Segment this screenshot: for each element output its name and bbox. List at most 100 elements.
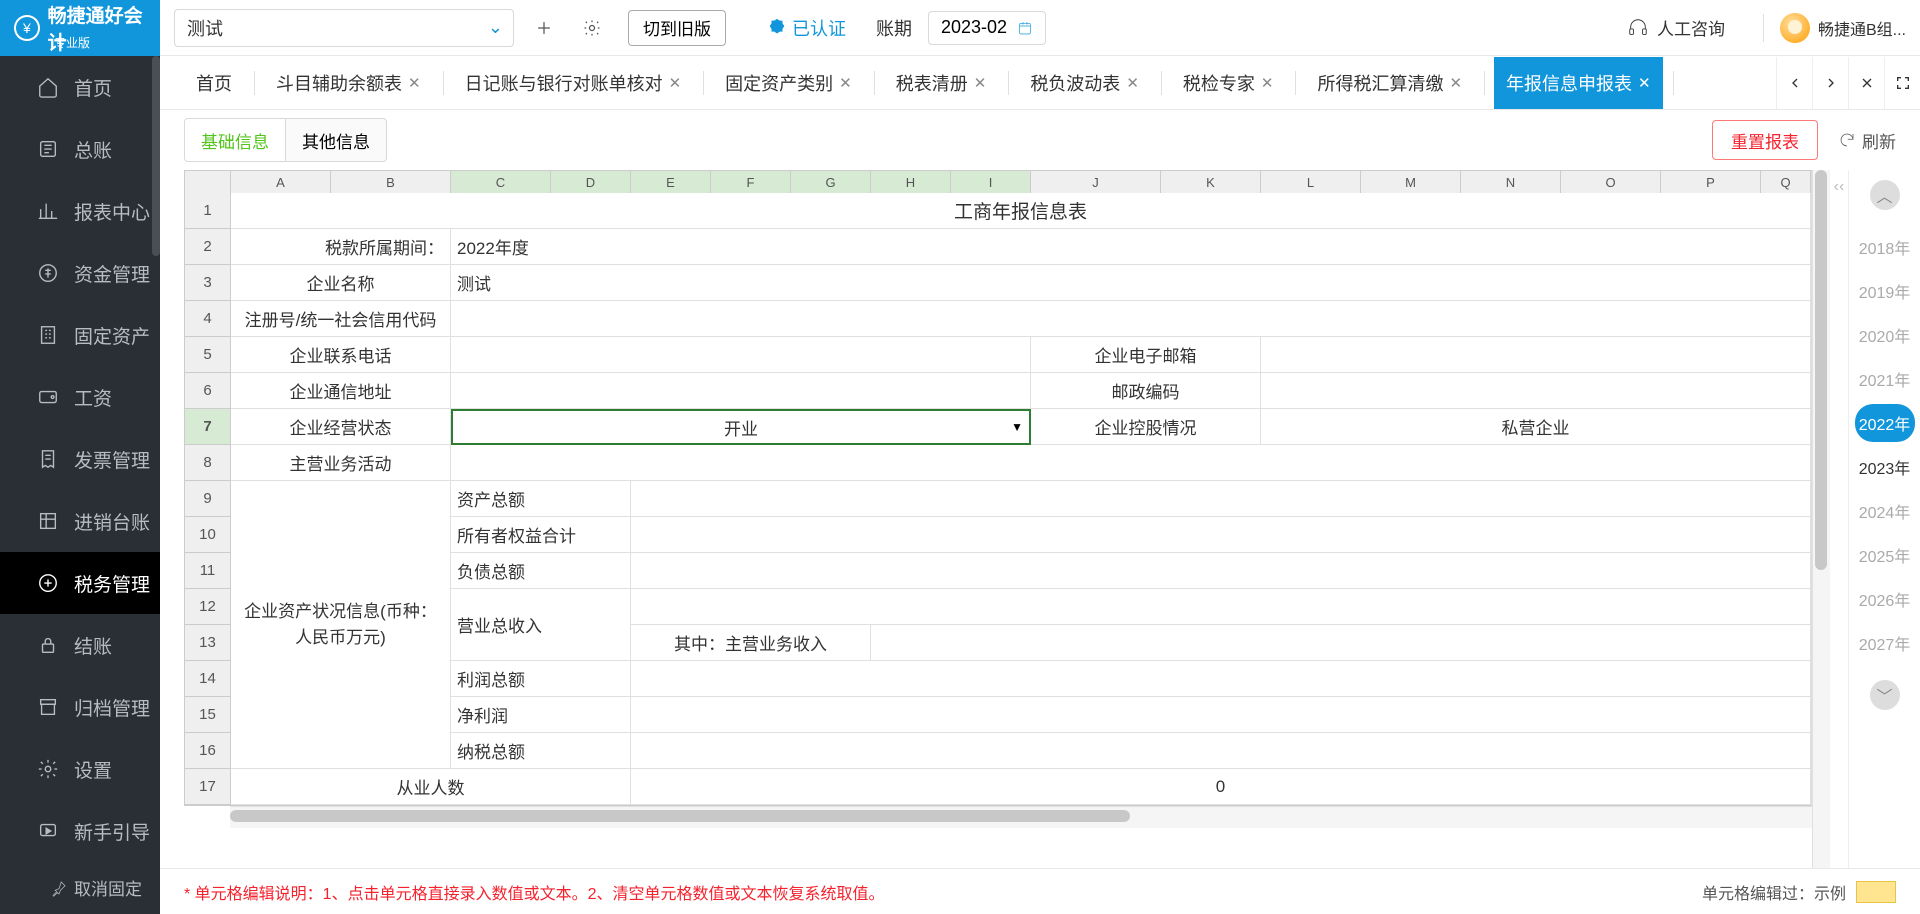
sidebar-item-guide[interactable]: 新手引导 (0, 800, 160, 862)
close-icon[interactable]: ✕ (1126, 74, 1139, 92)
col-header[interactable]: F (711, 171, 791, 193)
year-item[interactable]: 2019年 (1855, 272, 1915, 310)
close-icon[interactable]: ✕ (839, 74, 852, 92)
support-button[interactable]: 人工咨询 (1627, 15, 1725, 40)
col-header[interactable]: C (451, 171, 551, 193)
close-icon[interactable]: ✕ (1638, 74, 1651, 92)
edition-badge: 专业版 (54, 34, 90, 51)
year-item[interactable]: 2027年 (1855, 624, 1915, 662)
sidebar-item-funds[interactable]: 资金管理 (0, 242, 160, 304)
unpin-sidebar-button[interactable]: 取消固定 (50, 875, 142, 900)
tab-asset-cat[interactable]: 固定资产类别✕ (713, 57, 864, 109)
tab-tax-list[interactable]: 税表清册✕ (884, 57, 999, 109)
col-header[interactable]: G (791, 171, 871, 193)
tenant-name: 测试 (187, 15, 223, 41)
chevron-down-icon: ⌄ (488, 17, 503, 38)
tab-income-tax[interactable]: 所得税汇算清缴✕ (1305, 57, 1474, 109)
close-icon[interactable]: ✕ (408, 74, 421, 92)
close-icon[interactable]: ✕ (1449, 74, 1462, 92)
sidebar-item-archive[interactable]: 归档管理 (0, 676, 160, 738)
year-item[interactable]: 2024年 (1855, 492, 1915, 530)
sidebar-item-reports[interactable]: 报表中心 (0, 180, 160, 242)
col-header[interactable]: E (631, 171, 711, 193)
horizontal-scrollbar[interactable] (230, 806, 1812, 828)
col-header[interactable]: A (231, 171, 331, 193)
sidebar-item-settings[interactable]: 设置 (0, 738, 160, 800)
avatar-icon (1780, 13, 1810, 43)
tenant-select[interactable]: 测试 ⌄ (174, 9, 514, 47)
year-up-button[interactable]: ︿ (1870, 180, 1900, 210)
col-header[interactable]: I (951, 171, 1031, 193)
sidebar-scrollbar[interactable] (152, 56, 160, 256)
year-item[interactable]: 2020年 (1855, 316, 1915, 354)
sidebar-item-tax[interactable]: 税务管理 (0, 552, 160, 614)
col-header[interactable]: H (871, 171, 951, 193)
col-header[interactable]: L (1261, 171, 1361, 193)
switch-old-button[interactable]: 切到旧版 (628, 10, 726, 46)
tab-tax-fluct[interactable]: 税负波动表✕ (1018, 57, 1151, 109)
verified-badge: 已认证 (766, 15, 846, 41)
sheet-area: ABCDEFGHIJKLMNOPQ1工商年报信息表2税款所属期间：2022年度3… (160, 170, 1920, 868)
col-header[interactable]: O (1561, 171, 1661, 193)
calendar-icon (1017, 20, 1033, 36)
active-cell[interactable]: 开业▼ (451, 409, 1031, 445)
collapse-year-rail-button[interactable]: ‹‹ (1830, 170, 1848, 868)
refresh-button[interactable]: 刷新 (1838, 128, 1896, 153)
sidebar-item-invoice[interactable]: 发票管理 (0, 428, 160, 490)
tab-bank-recon[interactable]: 日记账与银行对账单核对✕ (453, 57, 694, 109)
col-header[interactable]: J (1031, 171, 1161, 193)
spreadsheet[interactable]: ABCDEFGHIJKLMNOPQ1工商年报信息表2税款所属期间：2022年度3… (184, 170, 1812, 806)
col-header[interactable]: M (1361, 171, 1461, 193)
tab-annual-report[interactable]: 年报信息申报表✕ (1494, 57, 1663, 109)
lock-icon (36, 633, 60, 657)
user-menu[interactable]: 畅捷通B组... (1780, 13, 1906, 43)
sidebar-item-ledger[interactable]: 总账 (0, 118, 160, 180)
inner-tab-basic[interactable]: 基础信息 (184, 118, 286, 162)
dropdown-icon[interactable]: ▼ (1011, 420, 1023, 434)
col-header[interactable]: K (1161, 171, 1261, 193)
col-header[interactable]: B (331, 171, 451, 193)
sidebar-item-assets[interactable]: 固定资产 (0, 304, 160, 366)
tab-tax-expert[interactable]: 税检专家✕ (1171, 57, 1286, 109)
tabs-next-button[interactable] (1812, 57, 1848, 109)
tabs-prev-button[interactable] (1776, 57, 1812, 109)
year-item[interactable]: 2022年 (1855, 404, 1915, 442)
inventory-icon (36, 509, 60, 533)
close-icon[interactable]: ✕ (974, 74, 987, 92)
brand-logo: ¥ 畅捷通好会计 专业版 (0, 0, 160, 56)
money-icon (36, 261, 60, 285)
col-header[interactable]: N (1461, 171, 1561, 193)
tab-home[interactable]: 首页 (184, 57, 244, 109)
year-item[interactable]: 2025年 (1855, 536, 1915, 574)
sidebar-item-label: 进销台账 (74, 508, 150, 535)
ledger-icon (36, 137, 60, 161)
building-icon (36, 323, 60, 347)
year-item[interactable]: 2021年 (1855, 360, 1915, 398)
tabs-fullscreen-button[interactable] (1884, 57, 1920, 109)
sidebar-item-closing[interactable]: 结账 (0, 614, 160, 676)
col-header[interactable]: P (1661, 171, 1761, 193)
year-item[interactable]: 2023年 (1855, 448, 1915, 486)
year-item[interactable]: 2026年 (1855, 580, 1915, 618)
edited-label: 单元格编辑过： (1702, 880, 1814, 904)
sidebar-item-home[interactable]: 首页 (0, 56, 160, 118)
sidebar-item-inventory[interactable]: 进销台账 (0, 490, 160, 552)
add-button[interactable] (526, 10, 562, 46)
inner-tab-other[interactable]: 其他信息 (286, 118, 387, 162)
year-down-button[interactable]: ﹀ (1870, 680, 1900, 710)
close-icon[interactable]: ✕ (1261, 74, 1274, 92)
period-picker[interactable]: 2023-02 (928, 11, 1046, 45)
col-header[interactable]: D (551, 171, 631, 193)
vertical-scrollbar[interactable] (1812, 170, 1830, 868)
close-icon[interactable]: ✕ (669, 74, 682, 92)
tabs-close-button[interactable] (1848, 57, 1884, 109)
settings-button[interactable] (574, 10, 610, 46)
sidebar-item-salary[interactable]: 工资 (0, 366, 160, 428)
col-header[interactable]: Q (1761, 171, 1811, 193)
tax-icon (36, 571, 60, 595)
sidebar-item-label: 首页 (74, 74, 112, 101)
refresh-icon (1838, 131, 1856, 149)
year-item[interactable]: 2018年 (1855, 228, 1915, 266)
tab-aux-balance[interactable]: 斗目辅助余额表✕ (264, 57, 433, 109)
reset-report-button[interactable]: 重置报表 (1712, 120, 1818, 160)
